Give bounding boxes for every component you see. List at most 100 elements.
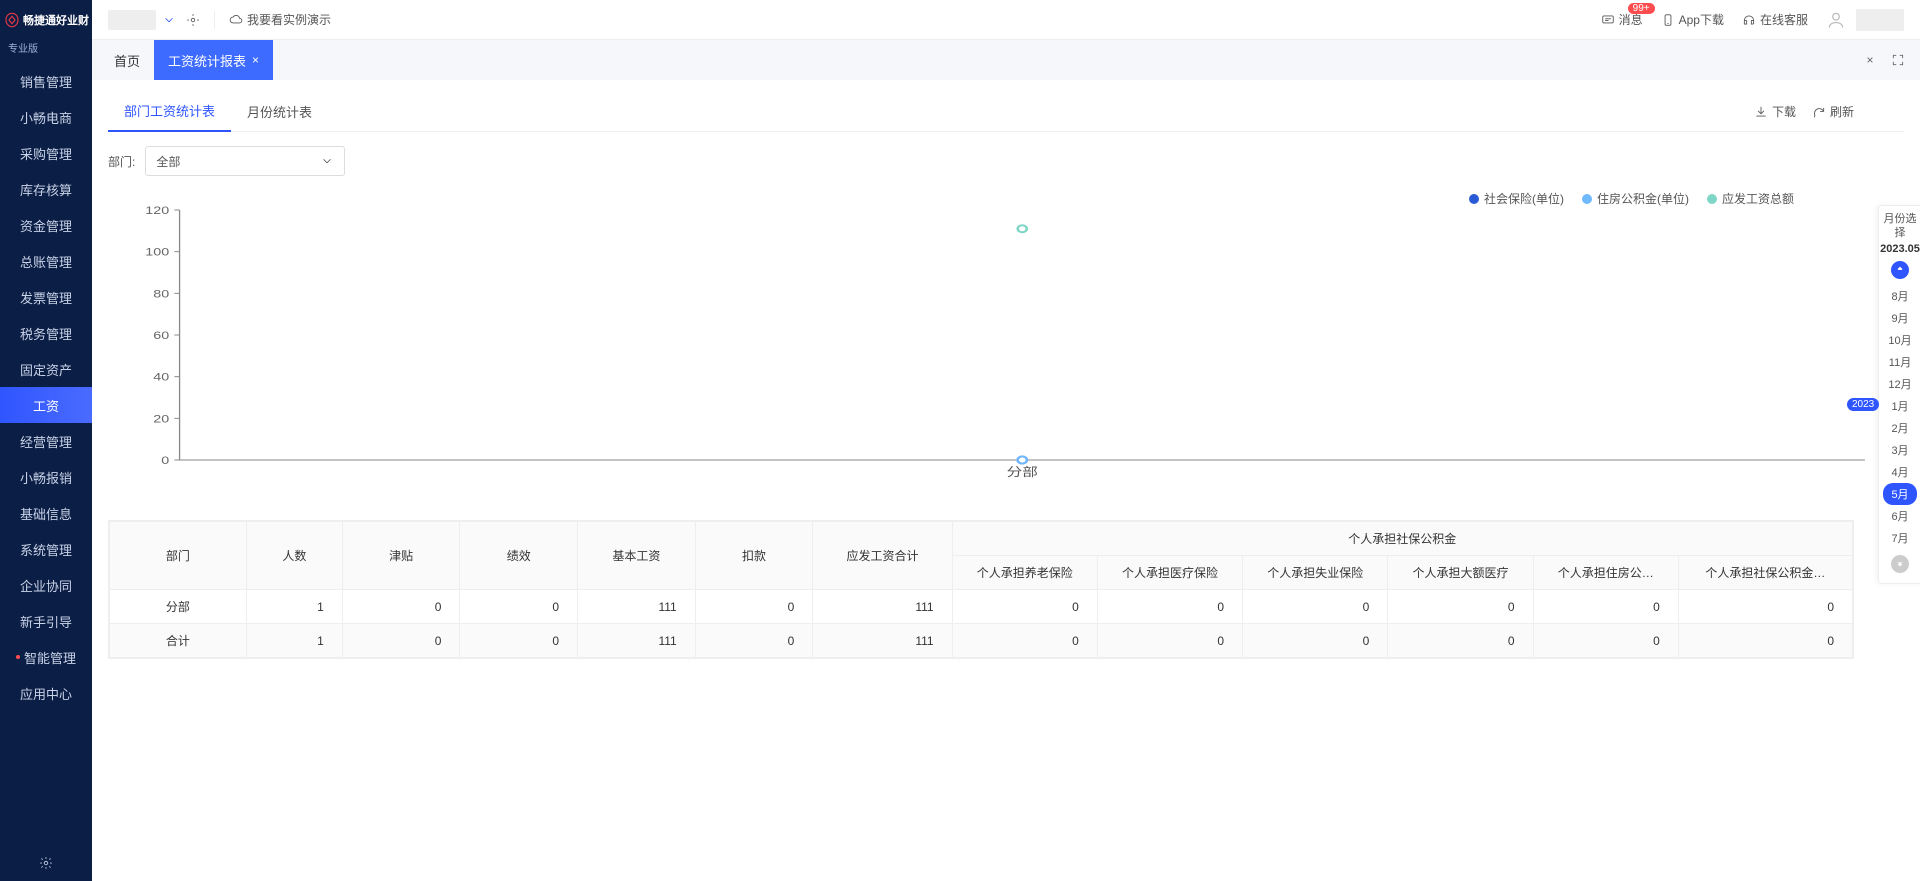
month-option[interactable]: 11月 — [1879, 351, 1920, 373]
month-option[interactable]: 6月 — [1879, 505, 1920, 527]
month-option[interactable]: 2月 — [1879, 417, 1920, 439]
sidebar-item-8[interactable]: 固定资产 — [0, 351, 92, 387]
user-menu[interactable] — [1826, 9, 1904, 31]
refresh-button[interactable]: 刷新 — [1812, 103, 1854, 120]
svg-text:20: 20 — [153, 412, 169, 425]
app-download-button[interactable]: App下载 — [1661, 11, 1724, 28]
expand-icon — [1891, 53, 1905, 67]
tab-salary-report[interactable]: 工资统计报表 × — [154, 40, 273, 80]
sidebar-item-3[interactable]: 库存核算 — [0, 171, 92, 207]
svg-text:0: 0 — [161, 454, 169, 467]
dept-select[interactable]: 全部 — [145, 146, 345, 176]
refresh-icon — [1812, 105, 1826, 119]
table-row: 合计1001110111000000 — [110, 624, 1853, 658]
sidebar-item-10[interactable]: 经营管理 — [0, 423, 92, 459]
sidebar-settings[interactable] — [0, 845, 92, 881]
sidebar-item-16[interactable]: 智能管理 — [0, 639, 92, 675]
brand-logo: 畅捷通好业财 — [0, 0, 92, 40]
salary-chart: 社会保险(单位) 住房公积金(单位) 应发工资总额 02040608010012… — [108, 190, 1904, 510]
sidebar-item-13[interactable]: 系统管理 — [0, 531, 92, 567]
th-allowance: 津贴 — [342, 522, 460, 590]
month-option[interactable]: 4月 — [1879, 461, 1920, 483]
dept-filter-label: 部门: — [108, 153, 135, 170]
month-option[interactable]: 9月 — [1879, 307, 1920, 329]
fullscreen-button[interactable] — [1884, 46, 1912, 74]
th-sub-4: 个人承担住房公… — [1533, 556, 1678, 590]
th-sub-1: 个人承担医疗保险 — [1097, 556, 1242, 590]
chevron-down-icon — [320, 154, 334, 168]
org-selector[interactable] — [108, 10, 176, 30]
message-icon — [1601, 13, 1615, 27]
subtab-dept[interactable]: 部门工资统计表 — [108, 92, 231, 132]
th-sub-0: 个人承担养老保险 — [952, 556, 1097, 590]
user-icon — [1826, 10, 1846, 30]
subtab-month[interactable]: 月份统计表 — [231, 92, 328, 132]
close-all-tabs[interactable]: × — [1856, 46, 1884, 74]
month-option[interactable]: 12月 — [1879, 373, 1920, 395]
month-picker-title: 月份选择 — [1879, 212, 1920, 241]
chevron-down-icon — [162, 13, 176, 27]
sidebar-item-15[interactable]: 新手引导 — [0, 603, 92, 639]
month-option[interactable]: 10月 — [1879, 329, 1920, 351]
legend-social-insurance[interactable]: 社会保险(单位) — [1469, 190, 1564, 207]
demo-link[interactable]: 我要看实例演示 — [229, 11, 331, 28]
svg-text:80: 80 — [153, 287, 169, 300]
edition-label: 专业版 — [0, 40, 92, 63]
customer-service-button[interactable]: 在线客服 — [1742, 11, 1808, 28]
sidebar: 畅捷通好业财 专业版 销售管理小畅电商采购管理库存核算资金管理总账管理发票管理税… — [0, 0, 92, 881]
tab-home[interactable]: 首页 — [100, 40, 154, 80]
sidebar-item-6[interactable]: 发票管理 — [0, 279, 92, 315]
svg-text:60: 60 — [153, 329, 169, 342]
download-button[interactable]: 下载 — [1754, 103, 1796, 120]
cloud-icon — [229, 13, 243, 27]
mobile-icon — [1661, 13, 1675, 27]
th-sub-2: 个人承担失业保险 — [1243, 556, 1388, 590]
sidebar-item-4[interactable]: 资金管理 — [0, 207, 92, 243]
topbar: 我要看实例演示 消息 99+ App下载 在线客服 — [92, 0, 1920, 40]
month-option[interactable]: 3月 — [1879, 439, 1920, 461]
month-next-button[interactable] — [1891, 555, 1909, 573]
th-group-social: 个人承担社保公积金 — [952, 522, 1852, 556]
close-icon[interactable]: × — [252, 53, 259, 67]
svg-text:100: 100 — [145, 245, 169, 258]
sidebar-item-11[interactable]: 小畅报销 — [0, 459, 92, 495]
gear-icon — [39, 856, 53, 870]
sidebar-item-0[interactable]: 销售管理 — [0, 63, 92, 99]
cs-label: 在线客服 — [1760, 11, 1808, 28]
th-sub-5: 个人承担社保公积金… — [1678, 556, 1852, 590]
th-total: 应发工资合计 — [813, 522, 952, 590]
month-prev-button[interactable] — [1891, 261, 1909, 279]
sidebar-item-12[interactable]: 基础信息 — [0, 495, 92, 531]
table-row: 分部1001110111000000 — [110, 590, 1853, 624]
th-perf: 绩效 — [460, 522, 578, 590]
sidebar-item-17[interactable]: 应用中心 — [0, 675, 92, 711]
th-sub-3: 个人承担大额医疗 — [1388, 556, 1533, 590]
th-deduct: 扣款 — [695, 522, 813, 590]
page-tabs: 首页 工资统计报表 × × — [92, 40, 1920, 80]
legend-gross-salary[interactable]: 应发工资总额 — [1707, 190, 1794, 207]
demo-label: 我要看实例演示 — [247, 11, 331, 28]
sidebar-item-1[interactable]: 小畅电商 — [0, 99, 92, 135]
month-picker-panel: 月份选择 2023.05 8月9月10月11月12月1月20232月3月4月5月… — [1878, 205, 1920, 584]
month-picker-value: 2023.05 — [1880, 243, 1920, 255]
month-option[interactable]: 8月 — [1879, 285, 1920, 307]
salary-table[interactable]: 部门 人数 津贴 绩效 基本工资 扣款 应发工资合计 个人承担社保公积金 个人承… — [108, 520, 1854, 659]
app-download-label: App下载 — [1679, 11, 1724, 28]
th-dept: 部门 — [110, 522, 247, 590]
sidebar-item-7[interactable]: 税务管理 — [0, 315, 92, 351]
month-option[interactable]: 5月 — [1883, 483, 1917, 505]
year-pill: 2023 — [1847, 398, 1879, 411]
org-settings[interactable] — [186, 13, 200, 27]
svg-text:120: 120 — [145, 204, 169, 217]
sidebar-item-5[interactable]: 总账管理 — [0, 243, 92, 279]
sidebar-item-9[interactable]: 工资 — [0, 387, 92, 423]
legend-housing-fund[interactable]: 住房公积金(单位) — [1582, 190, 1689, 207]
sidebar-item-14[interactable]: 企业协同 — [0, 567, 92, 603]
download-icon — [1754, 105, 1768, 119]
month-option[interactable]: 1月2023 — [1879, 395, 1920, 417]
messages-button[interactable]: 消息 99+ — [1601, 11, 1643, 28]
svg-text:分部: 分部 — [1007, 465, 1038, 479]
month-option[interactable]: 7月 — [1879, 527, 1920, 549]
sidebar-item-2[interactable]: 采购管理 — [0, 135, 92, 171]
headset-icon — [1742, 13, 1756, 27]
